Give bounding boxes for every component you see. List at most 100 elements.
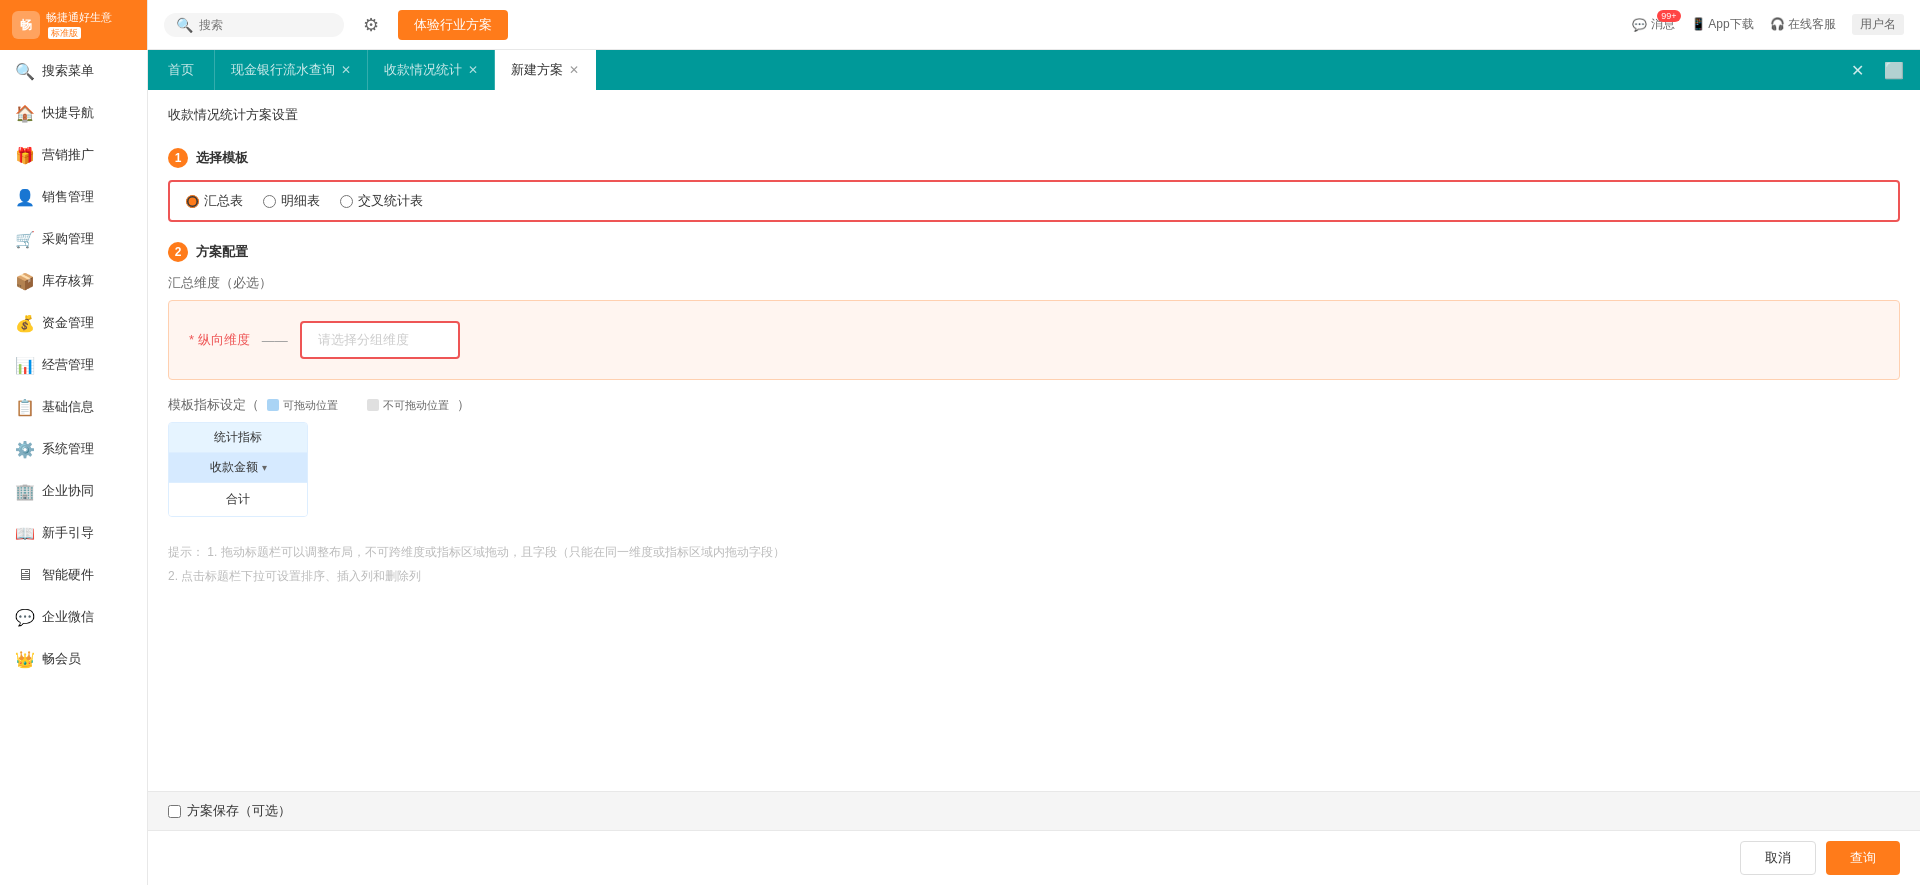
radio-detail-label: 明细表 xyxy=(281,192,320,210)
sidebar-item-enterprise-wechat[interactable]: 💬 企业微信 xyxy=(0,596,147,638)
dimension-select-box[interactable]: 请选择分组维度 xyxy=(300,321,460,359)
metrics-section: 模板指标设定（ 可拖动位置 不可拖动位置 ） xyxy=(168,396,1900,520)
draggable-legend: 可拖动位置 xyxy=(267,398,338,413)
purchase-icon: 🛒 xyxy=(16,230,34,248)
radio-cross-label: 交叉统计表 xyxy=(358,192,423,210)
sidebar-item-enterprise-coop[interactable]: 🏢 企业协同 xyxy=(0,470,147,512)
section-template: 1 选择模板 汇总表 明细表 交叉统计表 xyxy=(168,148,1900,222)
sidebar-item-basic-info[interactable]: 📋 基础信息 xyxy=(0,386,147,428)
sidebar-item-label: 快捷导航 xyxy=(42,104,94,122)
sales-icon: 👤 xyxy=(16,188,34,206)
logo-icon: 畅 xyxy=(12,11,40,39)
sidebar-item-label: 搜索菜单 xyxy=(42,62,94,80)
main-area: 🔍 ⚙ 体验行业方案 💬 消息 99+ 📱 App下载 🎧 在线客服 用户名 首… xyxy=(148,0,1920,885)
sidebar-item-label: 资金管理 xyxy=(42,314,94,332)
message-badge[interactable]: 💬 消息 99+ xyxy=(1632,16,1675,33)
tab-new-plan-label: 新建方案 xyxy=(511,61,563,79)
quick-nav-icon: 🏠 xyxy=(16,104,34,122)
tab-receipt-stat[interactable]: 收款情况统计 ✕ xyxy=(368,50,495,90)
tab-home[interactable]: 首页 xyxy=(148,50,215,90)
maximize-window-icon[interactable]: ⬜ xyxy=(1878,59,1910,82)
sidebar-item-sales[interactable]: 👤 销售管理 xyxy=(0,176,147,218)
save-plan-checkbox[interactable] xyxy=(168,805,181,818)
radio-detail-input[interactable] xyxy=(263,195,276,208)
basic-info-icon: 📋 xyxy=(16,398,34,416)
industry-btn[interactable]: 体验行业方案 xyxy=(398,10,508,40)
sidebar-logo: 畅 畅捷通好生意 标准版 xyxy=(0,0,147,50)
tab-receipt-stat-close[interactable]: ✕ xyxy=(468,63,478,77)
inventory-icon: 📦 xyxy=(16,272,34,290)
sidebar-nav: 🔍 搜索菜单 🏠 快捷导航 🎁 营销推广 👤 销售管理 🛒 采购管理 📦 库存核… xyxy=(0,50,147,885)
logo-badge: 标准版 xyxy=(48,27,81,39)
metrics-sub-header-label: 收款金额 xyxy=(210,459,258,476)
save-plan-label[interactable]: 方案保存（可选） xyxy=(187,802,291,820)
search-icon: 🔍 xyxy=(176,17,193,33)
non-draggable-dot-icon xyxy=(367,399,379,411)
cancel-button[interactable]: 取消 xyxy=(1740,841,1816,875)
tabbar: 首页 现金银行流水查询 ✕ 收款情况统计 ✕ 新建方案 ✕ ✕ ⬜ xyxy=(148,50,1920,90)
enterprise-wechat-icon: 💬 xyxy=(16,608,34,626)
sidebar-item-label: 畅会员 xyxy=(42,650,81,668)
sidebar-item-label: 销售管理 xyxy=(42,188,94,206)
sidebar-item-label: 智能硬件 xyxy=(42,566,94,584)
tab-new-plan-close[interactable]: ✕ xyxy=(569,63,579,77)
enterprise-coop-icon: 🏢 xyxy=(16,482,34,500)
sidebar-item-label: 企业微信 xyxy=(42,608,94,626)
vip-member-icon: 👑 xyxy=(16,650,34,668)
tip-2: 2. 点击标题栏下拉可设置排序、插入列和删除列 xyxy=(168,564,1900,588)
search-box[interactable]: 🔍 xyxy=(164,13,344,37)
sidebar-item-smart-hardware[interactable]: 🖥 智能硬件 xyxy=(0,554,147,596)
sidebar-item-vip-member[interactable]: 👑 畅会员 xyxy=(0,638,147,680)
online-service[interactable]: 🎧 在线客服 xyxy=(1770,16,1836,33)
tip-1: 提示： 1. 拖动标题栏可以调整布局，不可跨维度或指标区域拖动，且字段（只能在同… xyxy=(168,540,1900,564)
sidebar-item-operations[interactable]: 📊 经营管理 xyxy=(0,344,147,386)
section2-title: 方案配置 xyxy=(196,243,248,261)
footer-save: 方案保存（可选） xyxy=(148,791,1920,830)
dimension-area: * 纵向维度 —— 请选择分组维度 xyxy=(168,300,1900,380)
radio-detail[interactable]: 明细表 xyxy=(263,192,320,210)
sidebar-item-label: 基础信息 xyxy=(42,398,94,416)
sidebar-item-system[interactable]: ⚙️ 系统管理 xyxy=(0,428,147,470)
sidebar-item-beginner-guide[interactable]: 📖 新手引导 xyxy=(0,512,147,554)
metrics-table-header: 统计指标 xyxy=(169,423,307,453)
logo-text: 畅捷通好生意 标准版 xyxy=(46,10,112,40)
app-download[interactable]: 📱 App下载 xyxy=(1691,16,1754,33)
sidebar-item-label: 营销推广 xyxy=(42,146,94,164)
page-content: 收款情况统计方案设置 1 选择模板 汇总表 明细表 xyxy=(148,90,1920,791)
radio-cross-input[interactable] xyxy=(340,195,353,208)
non-draggable-legend: 不可拖动位置 xyxy=(367,398,449,413)
settings-gear-icon[interactable]: ⚙ xyxy=(356,10,386,40)
tabbar-window-controls: ✕ ⬜ xyxy=(1835,50,1920,90)
metrics-sub-header[interactable]: 收款金额 ▾ xyxy=(169,453,307,483)
query-button[interactable]: 查询 xyxy=(1826,841,1900,875)
sidebar-item-marketing[interactable]: 🎁 营销推广 xyxy=(0,134,147,176)
metrics-table: 统计指标 收款金额 ▾ 合计 xyxy=(168,422,308,517)
tab-bank-flow[interactable]: 现金银行流水查询 ✕ xyxy=(215,50,368,90)
tab-bank-flow-label: 现金银行流水查询 xyxy=(231,61,335,79)
radio-summary-input[interactable] xyxy=(186,195,199,208)
sidebar-item-search-menu[interactable]: 🔍 搜索菜单 xyxy=(0,50,147,92)
sidebar-item-quick-nav[interactable]: 🏠 快捷导航 xyxy=(0,92,147,134)
tab-bank-flow-close[interactable]: ✕ xyxy=(341,63,351,77)
bottom-bar: 取消 查询 xyxy=(148,830,1920,885)
sidebar-item-funds[interactable]: 💰 资金管理 xyxy=(0,302,147,344)
radio-cross[interactable]: 交叉统计表 xyxy=(340,192,423,210)
close-window-icon[interactable]: ✕ xyxy=(1845,59,1870,82)
section1-number: 1 xyxy=(168,148,188,168)
vertical-dimension-label: * 纵向维度 xyxy=(189,331,250,349)
draggable-dot-icon xyxy=(267,399,279,411)
search-input[interactable] xyxy=(199,18,319,32)
metrics-dropdown-arrow-icon: ▾ xyxy=(262,462,267,473)
user-info[interactable]: 用户名 xyxy=(1852,14,1904,35)
sidebar-item-purchase[interactable]: 🛒 采购管理 xyxy=(0,218,147,260)
funds-icon: 💰 xyxy=(16,314,34,332)
tips-section: 提示： 1. 拖动标题栏可以调整布局，不可跨维度或指标区域拖动，且字段（只能在同… xyxy=(168,540,1900,588)
tab-receipt-stat-label: 收款情况统计 xyxy=(384,61,462,79)
sidebar-item-inventory[interactable]: 📦 库存核算 xyxy=(0,260,147,302)
radio-summary[interactable]: 汇总表 xyxy=(186,192,243,210)
section-config: 2 方案配置 汇总维度（必选） * 纵向维度 —— 请选择分组维度 xyxy=(168,242,1900,588)
tab-new-plan[interactable]: 新建方案 ✕ xyxy=(495,50,596,90)
sidebar-item-label: 系统管理 xyxy=(42,440,94,458)
message-icon: 💬 xyxy=(1632,18,1647,32)
topbar: 🔍 ⚙ 体验行业方案 💬 消息 99+ 📱 App下载 🎧 在线客服 用户名 xyxy=(148,0,1920,50)
